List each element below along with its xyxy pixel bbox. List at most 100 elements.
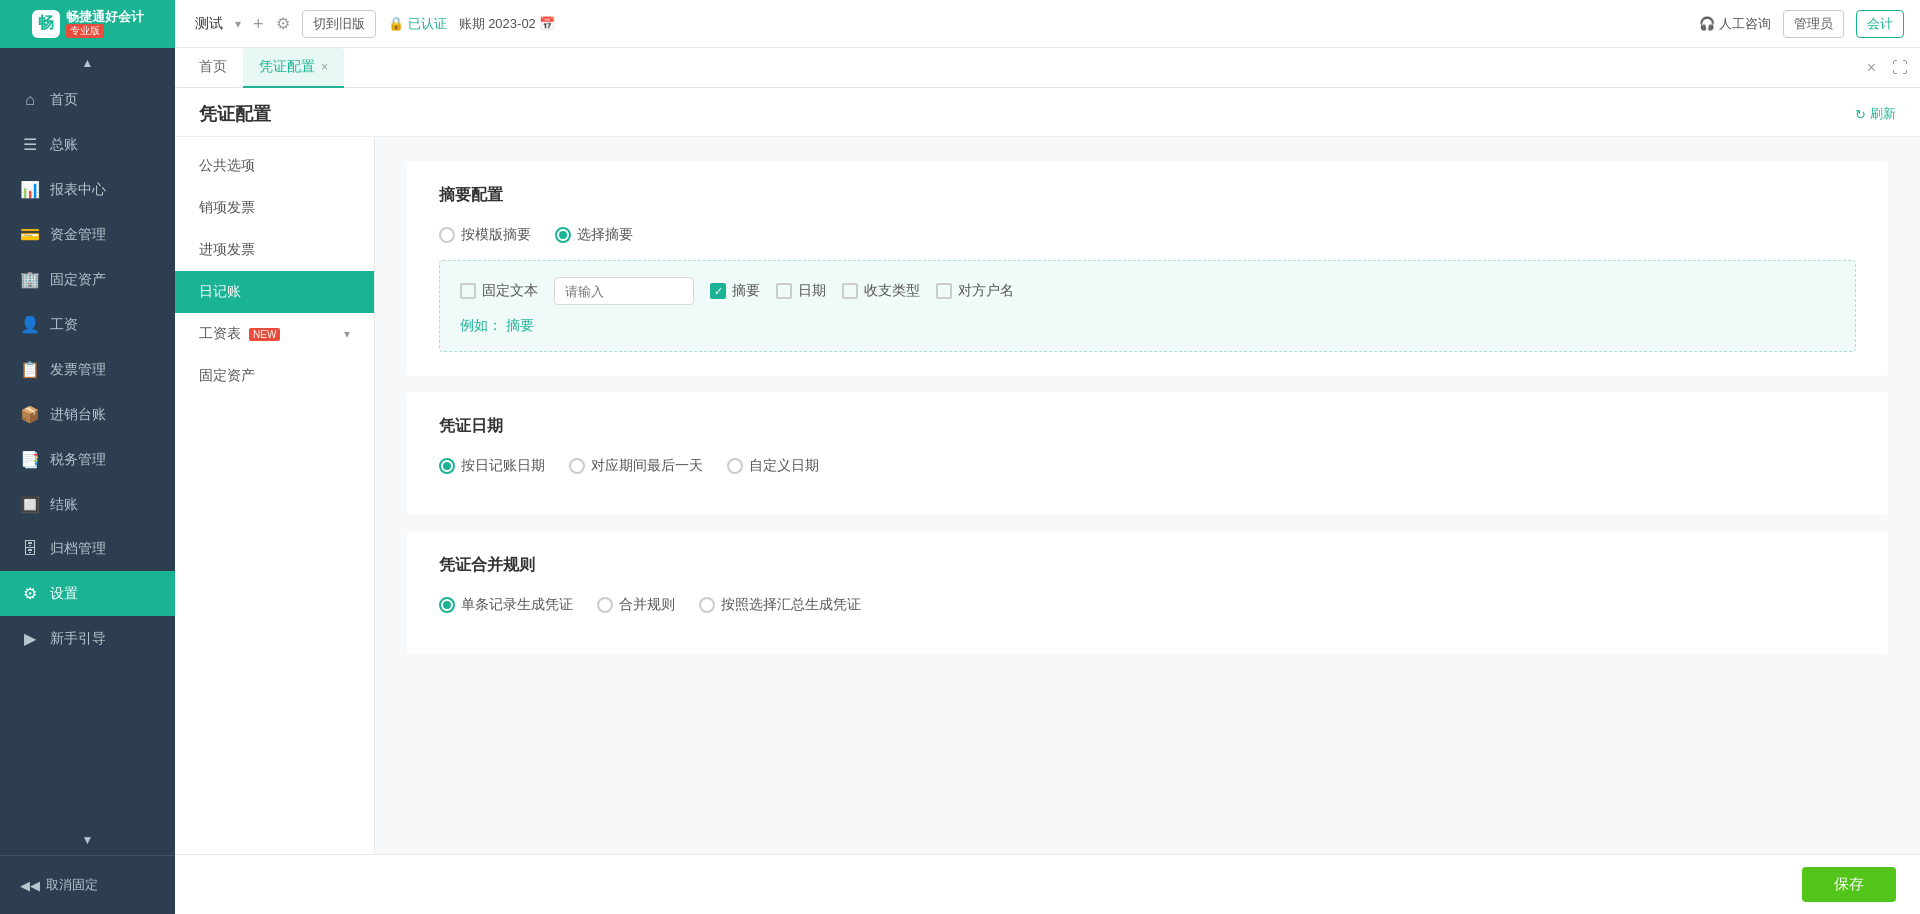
- checkbox-fixed-text[interactable]: 固定文本: [460, 282, 538, 300]
- radio-select-summary[interactable]: 选择摘要: [555, 226, 633, 244]
- headset-icon: 🎧: [1699, 16, 1715, 31]
- admin-button[interactable]: 管理员: [1783, 10, 1844, 38]
- checkbox-date[interactable]: 日期: [776, 282, 826, 300]
- fullscreen-button[interactable]: ⛶: [1888, 55, 1912, 81]
- radio-template-circle: [439, 227, 455, 243]
- pin-icon: ◀◀: [20, 878, 40, 893]
- logo-icon: 畅: [32, 10, 60, 38]
- logo-sub: 专业版: [66, 24, 104, 38]
- sidebar-item-assets[interactable]: 🏢 固定资产: [0, 257, 175, 302]
- refresh-button[interactable]: ↻ 刷新: [1855, 105, 1896, 123]
- merge-section: 凭证合并规则 单条记录生成凭证 合并规则 按照选择汇总生成凭证: [407, 531, 1888, 654]
- sidebar-item-label-reports: 报表中心: [50, 181, 106, 199]
- fixed-text-input[interactable]: [554, 277, 694, 305]
- single-record-circle: [439, 597, 455, 613]
- sidebar-item-label-settle: 结账: [50, 496, 78, 514]
- period-label: 账期 2023-02 📅: [459, 15, 556, 33]
- summary-radio-group: 按模版摘要 选择摘要: [439, 226, 1856, 244]
- radio-custom-date[interactable]: 自定义日期: [727, 457, 819, 475]
- radio-select-circle: [555, 227, 571, 243]
- accountant-button[interactable]: 会计: [1856, 10, 1904, 38]
- refresh-icon: ↻: [1855, 107, 1866, 122]
- tab-home[interactable]: 首页: [183, 48, 243, 88]
- settle-icon: 🔲: [20, 495, 40, 514]
- tab-voucher-config-label: 凭证配置: [259, 58, 315, 76]
- home-icon: ⌂: [20, 91, 40, 109]
- config-sidebar-public[interactable]: 公共选项: [175, 145, 374, 187]
- config-sidebar-sales-invoice[interactable]: 销项发票: [175, 187, 374, 229]
- old-version-button[interactable]: 切到旧版: [302, 10, 376, 38]
- diary-date-circle: [439, 458, 455, 474]
- merge-rules-circle: [597, 597, 613, 613]
- summary-config-box: 固定文本 ✓ 摘要 日期: [439, 260, 1856, 352]
- sidebar-item-newbie[interactable]: ▶ 新手引导: [0, 616, 175, 661]
- date-section: 凭证日期 按日记账日期 对应期间最后一天 自定义日期: [407, 392, 1888, 515]
- config-sidebar: 公共选项 销项发票 进项发票 日记账 工资表 NEW ▾ 固定资产: [175, 137, 375, 854]
- checkbox-summary[interactable]: ✓ 摘要: [710, 282, 760, 300]
- sidebar-fix-button[interactable]: ◀◀ 取消固定: [0, 866, 175, 904]
- tab-bar-actions: × ⛶: [1863, 55, 1912, 81]
- radio-diary-date[interactable]: 按日记账日期: [439, 457, 545, 475]
- payroll-expand-icon[interactable]: ▾: [344, 327, 350, 341]
- checkbox-counterpart[interactable]: 对方户名: [936, 282, 1014, 300]
- sidebar-bottom: ◀◀ 取消固定: [0, 855, 175, 914]
- sidebar-item-reports[interactable]: 📊 报表中心: [0, 167, 175, 212]
- page-header: 凭证配置 ↻ 刷新: [175, 88, 1920, 137]
- sidebar-item-label-archive: 归档管理: [50, 540, 106, 558]
- sidebar-item-invoice-mgmt[interactable]: 📋 发票管理: [0, 347, 175, 392]
- save-button[interactable]: 保存: [1802, 867, 1896, 902]
- sidebar-scroll-up[interactable]: ▲: [78, 52, 98, 74]
- checkbox-income-type[interactable]: 收支类型: [842, 282, 920, 300]
- add-icon[interactable]: +: [253, 15, 264, 33]
- summary-config-row: 固定文本 ✓ 摘要 日期: [460, 277, 1835, 305]
- funds-icon: 💳: [20, 225, 40, 244]
- sidebar-item-archive[interactable]: 🗄 归档管理: [0, 527, 175, 571]
- merge-radio-group: 单条记录生成凭证 合并规则 按照选择汇总生成凭证: [439, 596, 1856, 614]
- sidebar-item-settings[interactable]: ⚙ 设置: [0, 571, 175, 616]
- sidebar-scroll-down[interactable]: ▼: [78, 829, 98, 851]
- logo-title: 畅捷通好会计: [66, 9, 144, 25]
- sidebar-item-funds[interactable]: 💳 资金管理: [0, 212, 175, 257]
- counterpart-checkbox: [936, 283, 952, 299]
- config-sidebar-payroll[interactable]: 工资表 NEW ▾: [175, 313, 374, 355]
- summary-example: 例如： 摘要: [460, 317, 1835, 335]
- radio-period-last[interactable]: 对应期间最后一天: [569, 457, 703, 475]
- sidebar-item-tax[interactable]: 📑 税务管理: [0, 437, 175, 482]
- save-bar: 保存: [175, 854, 1920, 914]
- summary-gen-circle: [699, 597, 715, 613]
- close-window-button[interactable]: ×: [1863, 55, 1880, 81]
- period-last-circle: [569, 458, 585, 474]
- radio-summary-gen[interactable]: 按照选择汇总生成凭证: [699, 596, 861, 614]
- radio-template-summary[interactable]: 按模版摘要: [439, 226, 531, 244]
- tab-voucher-config[interactable]: 凭证配置 ×: [243, 48, 344, 88]
- sidebar-item-label-wages: 工资: [50, 316, 78, 334]
- company-name: 测试: [195, 15, 223, 33]
- sidebar-item-home[interactable]: ⌂ 首页: [0, 78, 175, 122]
- config-sidebar-purchase-invoice[interactable]: 进项发票: [175, 229, 374, 271]
- radio-single-record[interactable]: 单条记录生成凭证: [439, 596, 573, 614]
- sidebar-scroll-down-area: ▼: [0, 825, 175, 855]
- main-layout: ▲ ⌂ 首页 ☰ 总账 📊 报表中心 💳 资金管理 🏢 固定资产: [0, 48, 1920, 914]
- gear-icon[interactable]: ⚙: [276, 14, 290, 33]
- consult-button[interactable]: 🎧 人工咨询: [1699, 15, 1771, 33]
- sidebar-item-ledger[interactable]: ☰ 总账: [0, 122, 175, 167]
- sidebar-scroll-up-area: ▲: [0, 48, 175, 78]
- sidebar-item-settle[interactable]: 🔲 结账: [0, 482, 175, 527]
- radio-merge-rules[interactable]: 合并规则: [597, 596, 675, 614]
- config-sidebar-diary[interactable]: 日记账: [175, 271, 374, 313]
- dropdown-icon[interactable]: ▾: [235, 17, 241, 31]
- archive-icon: 🗄: [20, 540, 40, 558]
- tab-close-icon[interactable]: ×: [321, 60, 328, 74]
- config-sidebar-fixed-assets[interactable]: 固定资产: [175, 355, 374, 397]
- sidebar-item-label-tax: 税务管理: [50, 451, 106, 469]
- summary-checkbox: ✓: [710, 283, 726, 299]
- wages-icon: 👤: [20, 315, 40, 334]
- sidebar-item-wages[interactable]: 👤 工资: [0, 302, 175, 347]
- new-badge: NEW: [249, 328, 280, 341]
- tab-home-label: 首页: [199, 58, 227, 76]
- sidebar-item-purchase-sale[interactable]: 📦 进销台账: [0, 392, 175, 437]
- config-main: 摘要配置 按模版摘要 选择摘要: [375, 137, 1920, 854]
- sidebar-item-label-purchase-sale: 进销台账: [50, 406, 106, 424]
- newbie-icon: ▶: [20, 629, 40, 648]
- certified-label: 已认证: [408, 15, 447, 33]
